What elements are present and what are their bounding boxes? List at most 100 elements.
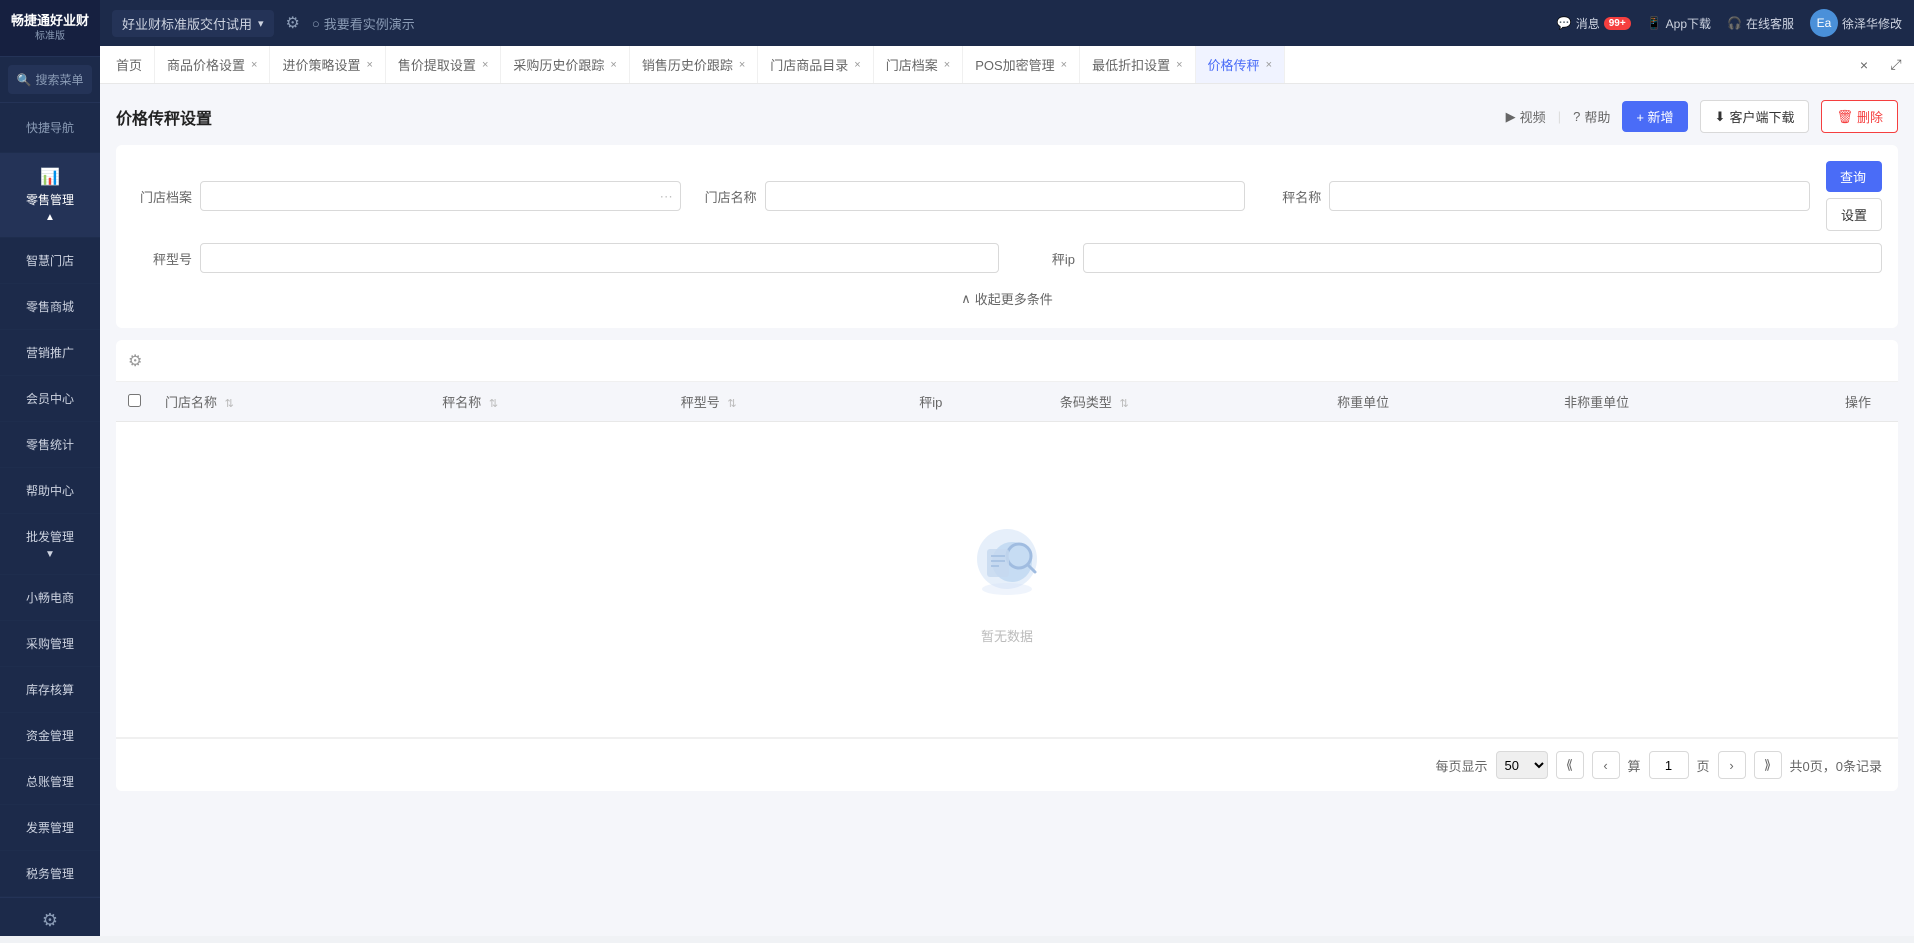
tab-price-setting[interactable]: 商品价格设置 × [155, 46, 270, 84]
tab-sale-history-close[interactable]: × [739, 59, 745, 71]
delete-button[interactable]: 🗑 删除 [1821, 100, 1898, 133]
tab-pos-manage-close[interactable]: × [1061, 59, 1067, 71]
tab-store-file-close[interactable]: × [944, 59, 950, 71]
scale-ip-input[interactable] [1083, 243, 1882, 273]
select-all-checkbox[interactable] [128, 394, 141, 407]
sidebar-item-retail[interactable]: 📊 零售管理 ▲ [0, 153, 100, 238]
sidebar-item-retail-stats[interactable]: 零售统计 [0, 422, 100, 468]
tab-purchase-history[interactable]: 采购历史价跟踪 × [501, 46, 629, 84]
sidebar-item-wholesale[interactable]: 批发管理 ▼ [0, 514, 100, 575]
sidebar-item-invoice[interactable]: 发票管理 [0, 805, 100, 851]
sidebar-search-area: 🔍 搜索菜单 [0, 57, 100, 103]
weight-unit-col-label: 称重单位 [1337, 395, 1389, 410]
filter-scale-ip: 秤ip [1015, 243, 1882, 273]
app-download-button[interactable]: 📱 App下载 [1647, 15, 1711, 32]
table-header-row: 门店名称 ⇅ 秤名称 ⇅ 秤型号 ⇅ [116, 382, 1898, 422]
tab-purchase-strategy[interactable]: 进价策略设置 × [270, 46, 385, 84]
prev-page-button[interactable]: ‹ [1592, 751, 1620, 779]
video-link[interactable]: ▶ 视频 [1506, 107, 1546, 126]
empty-text: 暂无数据 [981, 626, 1033, 645]
messages-button[interactable]: 💬 消息 99+ [1557, 15, 1631, 32]
sidebar-item-finance[interactable]: 资金管理 [0, 713, 100, 759]
store-file-input[interactable] [200, 181, 681, 211]
user-menu[interactable]: Ea 徐泽华修改 [1810, 9, 1902, 37]
sidebar-item-retail-mall[interactable]: 零售商城 [0, 284, 100, 330]
sidebar-item-purchase[interactable]: 采购管理 [0, 621, 100, 667]
gear-icon[interactable]: ⚙ [286, 13, 300, 33]
download-button[interactable]: ⬇ 客户端下载 [1700, 100, 1810, 133]
user-initials: Ea [1817, 16, 1832, 30]
settings-icon[interactable]: ⚙ [42, 910, 58, 930]
first-page-icon: ⟪ [1566, 757, 1573, 773]
empty-state-row: 暂无数据 [116, 422, 1898, 738]
sidebar-item-tax[interactable]: 税务管理 [0, 851, 100, 897]
store-name-input[interactable] [765, 181, 1246, 211]
sidebar-item-smart-store[interactable]: 智慧门店 [0, 238, 100, 284]
app-logo: 畅捷通好业财 标准版 [0, 0, 100, 57]
filter-panel: 门店档案 ··· 门店名称 秤名称 [116, 145, 1898, 328]
query-button[interactable]: 查询 [1826, 161, 1882, 192]
tab-actions: × ⤢ [1850, 51, 1910, 79]
page-number-input[interactable] [1649, 751, 1689, 779]
tab-sale-history[interactable]: 销售历史价跟踪 × [630, 46, 758, 84]
online-service-button[interactable]: 🎧 在线客服 [1727, 15, 1794, 32]
scale-name-label: 秤名称 [1261, 187, 1321, 206]
sidebar-item-help[interactable]: 帮助中心 [0, 468, 100, 514]
tab-close-button[interactable]: × [1850, 51, 1878, 79]
sidebar-item-ecommerce[interactable]: 小畅电商 [0, 575, 100, 621]
page-content: 价格传秤设置 ▶ 视频 | ? 帮助 + 新增 ⬇ [100, 84, 1914, 936]
total-label: 共0页，0条记录 [1790, 756, 1882, 775]
tab-min-discount-close[interactable]: × [1176, 59, 1182, 71]
tab-price-setting-label: 商品价格设置 [167, 55, 245, 74]
tab-purchase-strategy-close[interactable]: × [366, 59, 372, 71]
tab-min-discount-label: 最低折扣设置 [1092, 55, 1170, 74]
play-icon: ▶ [1506, 109, 1516, 125]
tab-price-setting-close[interactable]: × [251, 59, 257, 71]
scale-model-input[interactable] [200, 243, 999, 273]
quick-nav-button[interactable]: 快捷导航 [8, 113, 92, 142]
scale-name-input[interactable] [1329, 181, 1810, 211]
first-page-button[interactable]: ⟪ [1556, 751, 1584, 779]
tab-home[interactable]: 首页 [104, 46, 155, 84]
ellipsis-icon[interactable]: ··· [660, 189, 673, 204]
version-selector[interactable]: 好业财标准版交付试用 ▾ [112, 10, 274, 37]
filter-collapse-btn[interactable]: ∧ 收起更多条件 [132, 285, 1882, 312]
operation-col-label: 操作 [1845, 395, 1871, 410]
tab-pos-manage[interactable]: POS加密管理 × [963, 46, 1080, 84]
purchase-label: 采购管理 [26, 635, 74, 652]
table-toolbar: ⚙ [116, 340, 1898, 382]
sidebar-item-member[interactable]: 会员中心 [0, 376, 100, 422]
tab-price-scale[interactable]: 价格传秤 × [1196, 46, 1285, 84]
tab-store-file[interactable]: 门店档案 × [874, 46, 963, 84]
table-gear-icon[interactable]: ⚙ [128, 351, 142, 371]
member-label: 会员中心 [26, 390, 74, 407]
empty-illustration [957, 514, 1057, 614]
help-link[interactable]: ? 帮助 [1573, 107, 1610, 126]
inventory-label: 库存核算 [26, 681, 74, 698]
download-label: 客户端下载 [1729, 107, 1794, 126]
sidebar-item-inventory[interactable]: 库存核算 [0, 667, 100, 713]
tab-store-catalog[interactable]: 门店商品目录 × [758, 46, 873, 84]
tab-sale-extract-close[interactable]: × [482, 59, 488, 71]
chevron-down-icon: ▼ [45, 549, 55, 560]
messages-badge: 99+ [1604, 17, 1631, 30]
tab-price-scale-close[interactable]: × [1266, 59, 1272, 71]
finance-label: 资金管理 [26, 727, 74, 744]
tab-sale-extract[interactable]: 售价提取设置 × [386, 46, 501, 84]
header-weight-unit: 称重单位 [1325, 382, 1552, 422]
tabbar: 首页 商品价格设置 × 进价策略设置 × 售价提取设置 × 采购历史价跟踪 × … [100, 46, 1914, 84]
last-page-button[interactable]: ⟫ [1754, 751, 1782, 779]
search-menu-button[interactable]: 🔍 搜索菜单 [8, 65, 92, 94]
add-button[interactable]: + 新增 [1622, 101, 1687, 132]
sidebar-item-marketing[interactable]: 营销推广 [0, 330, 100, 376]
page-suffix-label: 页 [1697, 756, 1710, 775]
next-page-button[interactable]: › [1718, 751, 1746, 779]
tab-store-catalog-close[interactable]: × [854, 59, 860, 71]
tab-purchase-history-close[interactable]: × [610, 59, 616, 71]
per-page-select[interactable]: 50 10 20 100 [1496, 751, 1548, 779]
setting-button[interactable]: 设置 [1826, 198, 1882, 231]
sidebar-item-accounting[interactable]: 总账管理 [0, 759, 100, 805]
demo-button[interactable]: ○ 我要看实例演示 [312, 14, 415, 33]
tab-min-discount[interactable]: 最低折扣设置 × [1080, 46, 1195, 84]
tab-expand-button[interactable]: ⤢ [1882, 51, 1910, 79]
